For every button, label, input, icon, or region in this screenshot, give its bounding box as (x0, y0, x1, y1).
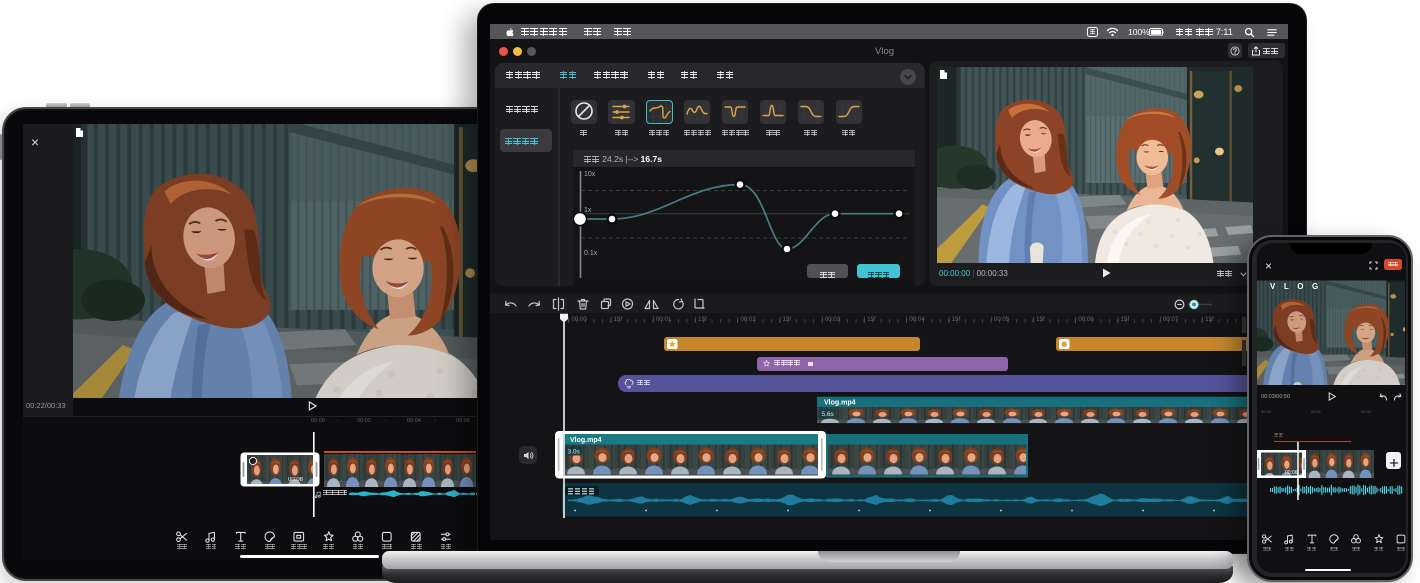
svg-text:3.0s: 3.0s (568, 449, 581, 456)
svg-text:Vlog.mp4: Vlog.mp4 (570, 437, 602, 444)
svg-text:5.6s: 5.6s (822, 411, 835, 418)
svg-text:00:08: 00:08 (288, 477, 304, 483)
svg-text:00:06: 00:06 (1285, 470, 1298, 476)
svg-text:Vlog.mp4: Vlog.mp4 (824, 400, 856, 407)
